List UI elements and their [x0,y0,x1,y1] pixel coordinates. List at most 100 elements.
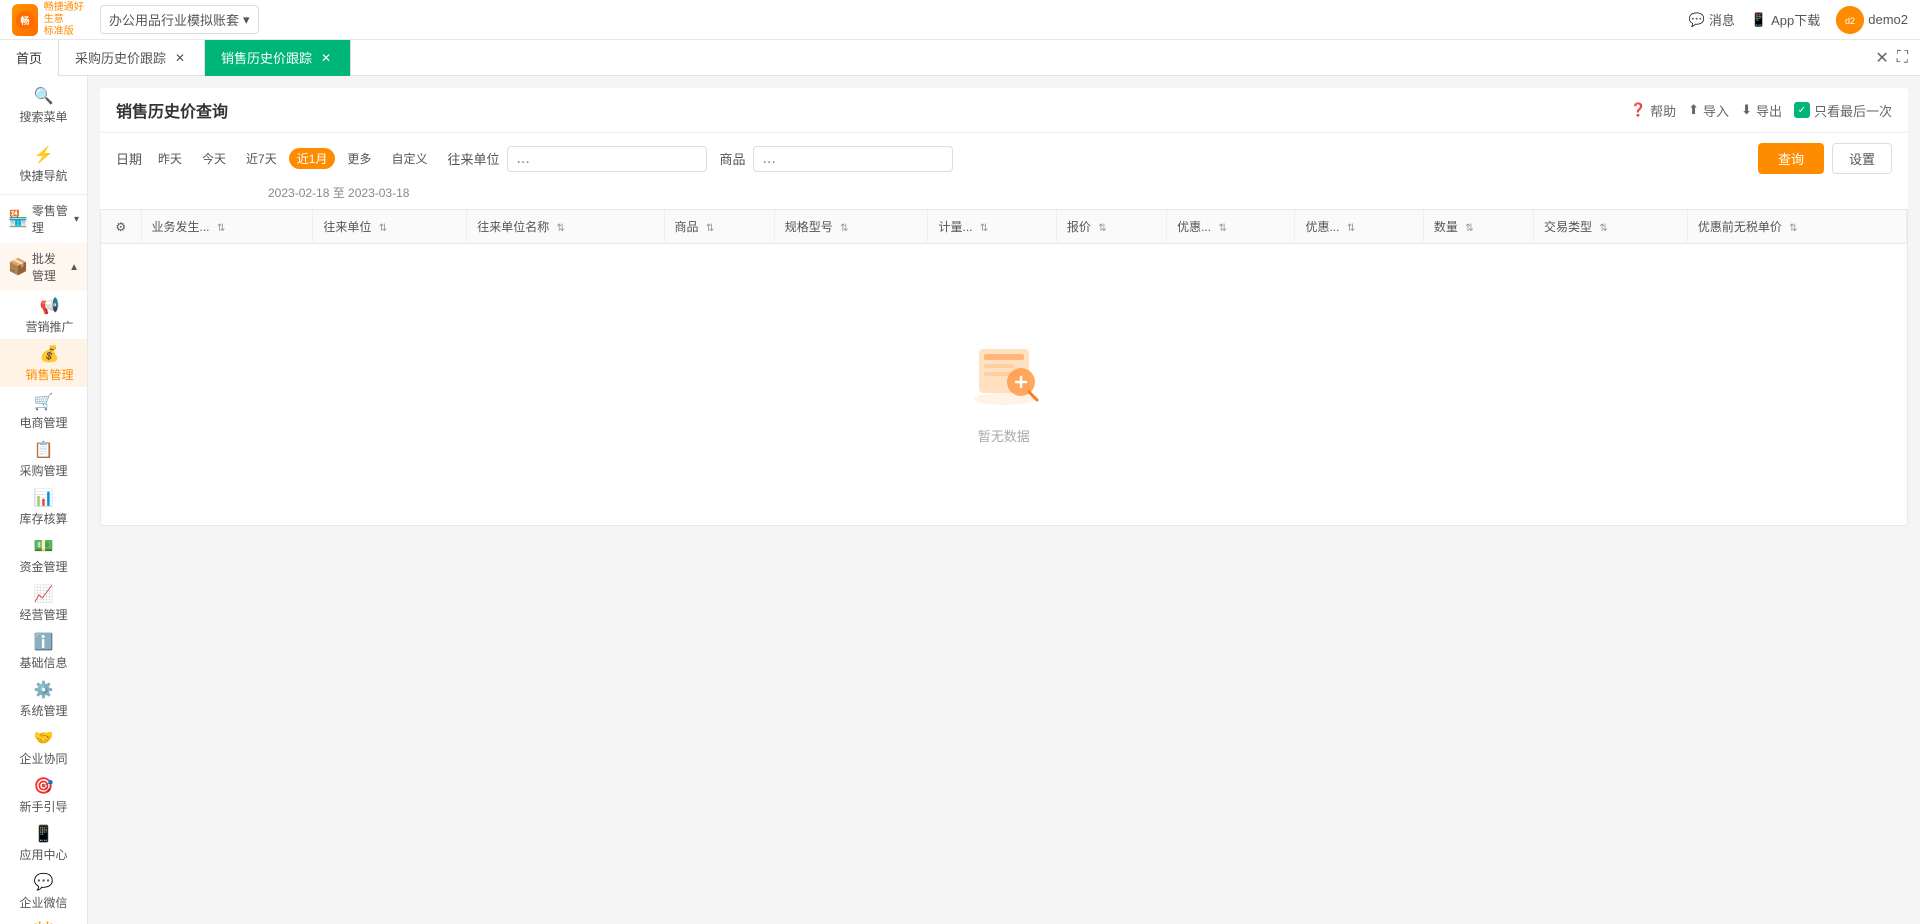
table-col-partner-code[interactable]: 往来单位 ⇅ [313,210,467,244]
goods-filter-group: 商品 ... [719,146,953,172]
table-container: ⚙ 业务发生... ⇅ 往来单位 ⇅ [100,209,1908,526]
date-btn-more[interactable]: 更多 [339,148,379,169]
ecommerce-icon: 🛒 [34,392,54,412]
sidebar-item-wholesale-mgmt[interactable]: 📦 批发管理 ▲ [0,243,87,291]
sort-icon-goods: ⇅ [706,223,714,234]
date-buttons: 昨天 今天 近7天 近1月 更多 自定义 [150,148,435,169]
table-header-row: ⚙ 业务发生... ⇅ 往来单位 ⇅ [101,210,1907,244]
message-btn[interactable]: 💬 消息 [1689,10,1735,29]
table-col-gear[interactable]: ⚙ [101,210,141,244]
sidebar: 🔍 搜索菜单 ⚡ 快捷导航 🏪 零售管理 ▾ 📦 批发管理 ▲ 📢 营销推广 💰… [0,76,88,924]
date-btn-custom[interactable]: 自定义 [383,148,435,169]
export-btn[interactable]: ⬇ 导出 [1741,101,1782,120]
table-col-trade-type[interactable]: 交易类型 ⇅ [1534,210,1688,244]
tab-close-all-icon[interactable]: ✕ [1875,48,1888,68]
table-col-pretax-price[interactable]: 优惠前无税单价 ⇅ [1687,210,1906,244]
table-col-biz-date[interactable]: 业务发生... ⇅ [141,210,313,244]
sidebar-item-search-menu[interactable]: 🔍 搜索菜单 [0,76,87,135]
message-icon: 💬 [1689,12,1705,28]
import-btn[interactable]: ⬆ 导入 [1688,101,1729,120]
tab-home[interactable]: 首页 [0,40,59,76]
sidebar-item-retail-mgmt[interactable]: 🏪 零售管理 ▾ [0,195,87,243]
table-col-unit[interactable]: 计量... ⇅ [928,210,1056,244]
wechat-icon: 💬 [34,872,54,892]
sidebar-item-finance[interactable]: 💵 资金管理 [0,531,87,579]
sort-icon-discount2: ⇅ [1347,223,1355,234]
tab-maximize-icon[interactable]: ⛶ [1897,49,1908,67]
sidebar-item-purchase-mgmt[interactable]: 📋 采购管理 [0,435,87,483]
wholesale-icon: 📦 [8,257,28,277]
sort-icon-partner-code: ⇅ [379,223,387,234]
gear-icon: ⚙ [115,220,126,234]
logo-text: 畅捷通好生意 标准版 [44,2,92,38]
sort-icon-biz-date: ⇅ [217,223,225,234]
top-bar-right: 💬 消息 📱 App下载 d2 demo2 [1689,6,1908,34]
sidebar-item-inventory[interactable]: 📊 库存核算 [0,483,87,531]
help-icon: ❓ [1630,102,1646,118]
goods-input[interactable]: ... [753,146,953,172]
sidebar-item-system[interactable]: ⚙️ 系统管理 [0,675,87,723]
sort-icon-unit: ⇅ [980,223,988,234]
partner-filter-group: 往来单位 ... [447,146,707,172]
table-col-goods[interactable]: 商品 ⇅ [664,210,774,244]
filter-actions: 查询 设置 [1758,143,1892,174]
tab-sales-history[interactable]: 销售历史价跟踪 ✕ [205,40,351,76]
sidebar-item-basic-info[interactable]: ℹ️ 基础信息 [0,627,87,675]
table-col-partner-name[interactable]: 往来单位名称 ⇅ [467,210,664,244]
sidebar-item-wechat[interactable]: 💬 企业微信 [0,867,87,915]
app-download-btn[interactable]: 📱 App下载 [1751,10,1820,29]
tab-purchase-history[interactable]: 采购历史价跟踪 ✕ [59,40,205,76]
tab-purchase-history-close[interactable]: ✕ [172,50,188,66]
export-icon: ⬇ [1741,102,1752,118]
date-btn-1month[interactable]: 近1月 [289,148,336,169]
date-filter-group: 日期 昨天 今天 近7天 近1月 更多 自定义 [116,148,435,169]
operations-icon: 📈 [34,584,54,604]
logo-area: 畅 畅捷通好生意 标准版 [12,2,92,38]
goods-dots: ... [762,150,775,168]
page-actions: ❓ 帮助 ⬆ 导入 ⬇ 导出 ✓ 只看最后一次 [1630,101,1892,120]
table-col-qty[interactable]: 数量 ⇅ [1423,210,1533,244]
date-btn-yesterday[interactable]: 昨天 [150,148,190,169]
sidebar-item-member[interactable]: 👑 畅会员 [0,915,87,924]
top-bar-left: 畅 畅捷通好生意 标准版 办公用品行业模拟账套 ▾ [12,2,259,38]
table-col-discount2[interactable]: 优惠... ⇅ [1295,210,1423,244]
goods-label: 商品 [719,149,745,168]
sidebar-item-operations[interactable]: 📈 经营管理 [0,579,87,627]
settings-button[interactable]: 设置 [1832,143,1892,174]
tab-bar: 首页 采购历史价跟踪 ✕ 销售历史价跟踪 ✕ ✕ ⛶ [0,40,1920,76]
content-area: 销售历史价查询 ❓ 帮助 ⬆ 导入 ⬇ 导出 ✓ [88,76,1920,924]
sidebar-item-marketing[interactable]: 📢 营销推广 [0,291,87,339]
help-btn[interactable]: ❓ 帮助 [1630,101,1676,120]
quick-nav-icon: ⚡ [34,145,54,165]
sort-icon-pretax-price: ⇅ [1789,223,1797,234]
top-bar: 畅 畅捷通好生意 标准版 办公用品行业模拟账套 ▾ 💬 消息 📱 App下载 d… [0,0,1920,40]
sidebar-section-top: 🔍 搜索菜单 ⚡ 快捷导航 [0,76,87,195]
only-last-checkbox[interactable]: ✓ 只看最后一次 [1794,101,1892,120]
search-menu-icon: 🔍 [34,86,54,106]
sidebar-item-guide[interactable]: 🎯 新手引导 [0,771,87,819]
date-range-row: 2023-02-18 至 2023-03-18 [100,184,1908,209]
sidebar-item-app-center[interactable]: 📱 应用中心 [0,819,87,867]
sidebar-item-sales-mgmt[interactable]: 💰 销售管理 [0,339,87,387]
table-wrapper: ⚙ 业务发生... ⇅ 往来单位 ⇅ [101,210,1907,525]
user-area[interactable]: d2 demo2 [1836,6,1908,34]
enterprise-icon: 🤝 [34,728,54,748]
app-selector[interactable]: 办公用品行业模拟账套 ▾ [100,5,259,34]
sort-icon-spec: ⇅ [840,223,848,234]
tab-sales-history-close[interactable]: ✕ [318,50,334,66]
date-btn-7days[interactable]: 近7天 [238,148,285,169]
sort-icon-discount1: ⇅ [1218,223,1226,234]
guide-icon: 🎯 [34,776,54,796]
import-icon: ⬆ [1688,102,1699,118]
partner-input[interactable]: ... [507,146,707,172]
table-col-spec[interactable]: 规格型号 ⇅ [774,210,928,244]
table-col-discount1[interactable]: 优惠... ⇅ [1167,210,1295,244]
table-col-price[interactable]: 报价 ⇅ [1056,210,1166,244]
sidebar-item-enterprise[interactable]: 🤝 企业协同 [0,723,87,771]
sidebar-item-quick-nav[interactable]: ⚡ 快捷导航 [0,135,87,194]
filter-bar: 日期 昨天 今天 近7天 近1月 更多 自定义 往来单位 ... [100,132,1908,184]
chevron-up-icon: ▲ [69,262,79,273]
date-btn-today[interactable]: 今天 [194,148,234,169]
sidebar-item-ecommerce[interactable]: 🛒 电商管理 [0,387,87,435]
query-button[interactable]: 查询 [1758,143,1824,174]
